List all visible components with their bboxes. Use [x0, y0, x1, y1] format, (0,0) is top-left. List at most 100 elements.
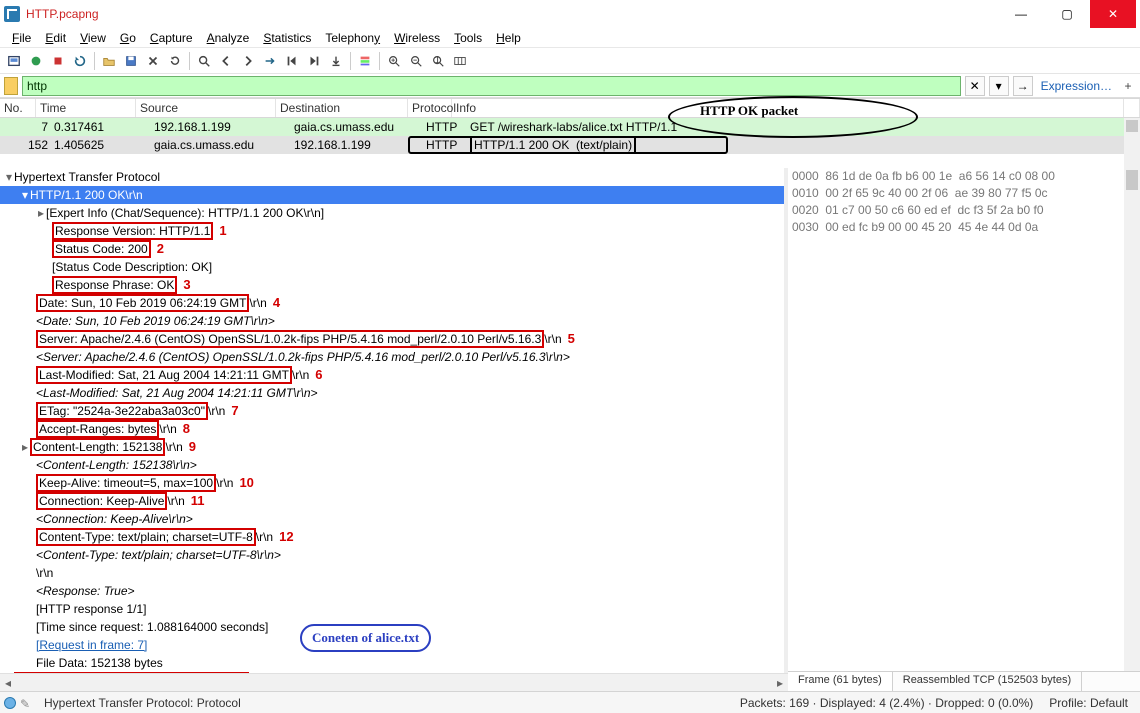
detail-root[interactable]: ▾Hypertext Transfer Protocol: [0, 168, 784, 186]
col-header-protocol[interactable]: Protocol: [408, 99, 452, 117]
menu-analyze[interactable]: Analyze: [201, 29, 256, 47]
col-header-no[interactable]: No.: [0, 99, 36, 117]
status-profile[interactable]: Profile: Default: [1041, 696, 1136, 710]
detail-file-data[interactable]: File Data: 152138 bytes: [0, 654, 784, 672]
col-header-destination[interactable]: Destination: [276, 99, 408, 117]
detail-keepalive[interactable]: Keep-Alive: timeout=5, max=100\r\n10: [0, 474, 784, 492]
cell-info: GET /wireshark-labs/alice.txt HTTP/1.1: [470, 120, 1140, 134]
tb-next-icon[interactable]: [238, 51, 258, 71]
maximize-button[interactable]: ▢: [1044, 0, 1090, 28]
detail-lastmod-sub[interactable]: <Last-Modified: Sat, 21 Aug 2004 14:21:1…: [0, 384, 784, 402]
menu-tools[interactable]: Tools: [448, 29, 488, 47]
detail-date-sub[interactable]: <Date: Sun, 10 Feb 2019 06:24:19 GMT\r\n…: [0, 312, 784, 330]
detail-status-desc[interactable]: [Status Code Description: OK]: [0, 258, 784, 276]
tb-colorize-icon[interactable]: [355, 51, 375, 71]
detail-resp-true[interactable]: <Response: True>: [0, 582, 784, 600]
hex-tab-reassembled[interactable]: Reassembled TCP (152503 bytes): [893, 672, 1082, 691]
detail-accept[interactable]: Accept-Ranges: bytes\r\n8: [0, 420, 784, 438]
menu-view[interactable]: View: [74, 29, 112, 47]
menu-go[interactable]: Go: [114, 29, 142, 47]
tb-close-icon[interactable]: [143, 51, 163, 71]
tb-find-icon[interactable]: [194, 51, 214, 71]
annotation-text: HTTP OK packet: [700, 103, 798, 119]
details-hscrollbar[interactable]: ◂ ▸: [0, 673, 788, 691]
title-bar: HTTP.pcapng — ▢ ✕: [0, 0, 1140, 28]
detail-server-sub[interactable]: <Server: Apache/2.4.6 (CentOS) OpenSSL/1…: [0, 348, 784, 366]
packet-list[interactable]: 7 0.317461 192.168.1.199 gaia.cs.umass.e…: [0, 118, 1140, 168]
detail-clen[interactable]: ▸Content-Length: 152138\r\n9: [0, 438, 784, 456]
wireshark-icon: [4, 6, 20, 22]
tb-zoom-out-icon[interactable]: [406, 51, 426, 71]
tool-bar: 1: [0, 48, 1140, 74]
menu-wireless[interactable]: Wireless: [388, 29, 446, 47]
filter-dropdown-button[interactable]: ▾: [989, 76, 1009, 96]
tb-open-icon[interactable]: [99, 51, 119, 71]
packet-details-pane[interactable]: ▾Hypertext Transfer Protocol ▾HTTP/1.1 2…: [0, 168, 788, 692]
filter-clear-button[interactable]: ✕: [965, 76, 985, 96]
capture-file-icon[interactable]: ✎: [20, 697, 32, 709]
annotation-callout: Coneten of alice.txt: [300, 624, 431, 652]
menu-edit[interactable]: Edit: [39, 29, 72, 47]
close-button[interactable]: ✕: [1090, 0, 1136, 28]
tb-save-icon[interactable]: [121, 51, 141, 71]
detail-connection[interactable]: Connection: Keep-Alive\r\n11: [0, 492, 784, 510]
hsb-right-icon[interactable]: ▸: [772, 675, 788, 691]
expert-info-icon[interactable]: [4, 697, 16, 709]
detail-ctype[interactable]: Content-Type: text/plain; charset=UTF-8\…: [0, 528, 784, 546]
detail-http-resp[interactable]: [HTTP response 1/1]: [0, 600, 784, 618]
menu-capture[interactable]: Capture: [144, 29, 199, 47]
detail-statusline[interactable]: ▾HTTP/1.1 200 OK\r\n: [0, 186, 784, 204]
bookmark-icon[interactable]: [4, 77, 18, 95]
packetlist-scrollbar[interactable]: [1124, 118, 1140, 168]
display-filter-input[interactable]: [22, 76, 961, 96]
tb-zoom-reset-icon[interactable]: 1: [428, 51, 448, 71]
col-header-source[interactable]: Source: [136, 99, 276, 117]
filter-add-button[interactable]: +: [1120, 79, 1136, 93]
detail-lastmod[interactable]: Last-Modified: Sat, 21 Aug 2004 14:21:11…: [0, 366, 784, 384]
detail-date[interactable]: Date: Sun, 10 Feb 2019 06:24:19 GMT\r\n4: [0, 294, 784, 312]
detail-expert[interactable]: ▸[Expert Info (Chat/Sequence): HTTP/1.1 …: [0, 204, 784, 222]
menu-telephony[interactable]: Telephony: [319, 29, 386, 47]
hex-tab-frame[interactable]: Frame (61 bytes): [788, 672, 893, 691]
menu-file[interactable]: File: [6, 29, 37, 47]
tb-zoom-in-icon[interactable]: [384, 51, 404, 71]
detail-status-code[interactable]: Status Code: 2002: [0, 240, 784, 258]
detail-resp-phrase[interactable]: Response Phrase: OK3: [0, 276, 784, 294]
cell-destination: gaia.cs.umass.edu: [294, 120, 426, 134]
packet-row[interactable]: 7 0.317461 192.168.1.199 gaia.cs.umass.e…: [0, 118, 1140, 136]
expression-button[interactable]: Expression…: [1037, 79, 1116, 93]
tb-prev-icon[interactable]: [216, 51, 236, 71]
col-header-scroll: [1124, 99, 1140, 117]
cell-protocol: HTTP: [426, 138, 470, 152]
tb-interfaces-icon[interactable]: [4, 51, 24, 71]
hex-pane[interactable]: 0000 86 1d de 0a fb b6 00 1e a6 56 14 c0…: [788, 168, 1140, 692]
tb-start-capture-icon[interactable]: [26, 51, 46, 71]
tb-autoscroll-icon[interactable]: [326, 51, 346, 71]
tb-goto-icon[interactable]: [260, 51, 280, 71]
tb-last-icon[interactable]: [304, 51, 324, 71]
tb-first-icon[interactable]: [282, 51, 302, 71]
detail-blank[interactable]: \r\n: [0, 564, 784, 582]
detail-clen-sub[interactable]: <Content-Length: 152138\r\n>: [0, 456, 784, 474]
tb-stop-capture-icon[interactable]: [48, 51, 68, 71]
tb-restart-capture-icon[interactable]: [70, 51, 90, 71]
menu-help[interactable]: Help: [490, 29, 527, 47]
menu-statistics[interactable]: Statistics: [257, 29, 317, 47]
minimize-button[interactable]: —: [998, 0, 1044, 28]
tb-resize-cols-icon[interactable]: [450, 51, 470, 71]
packet-row[interactable]: 152 1.405625 gaia.cs.umass.edu 192.168.1…: [0, 136, 1140, 154]
detail-etag[interactable]: ETag: "2524a-3e22aba3a03c0"\r\n7: [0, 402, 784, 420]
detail-server[interactable]: Server: Apache/2.4.6 (CentOS) OpenSSL/1.…: [0, 330, 784, 348]
filter-apply-button[interactable]: →: [1013, 76, 1033, 96]
hex-scrollbar[interactable]: [1124, 168, 1140, 692]
status-bar: ✎ Hypertext Transfer Protocol: Protocol …: [0, 691, 1140, 713]
filter-bar: ✕ ▾ → Expression… +: [0, 74, 1140, 98]
cell-time: 1.405625: [54, 138, 154, 152]
detail-resp-version[interactable]: Response Version: HTTP/1.11: [0, 222, 784, 240]
hsb-left-icon[interactable]: ◂: [0, 675, 16, 691]
detail-connection-sub[interactable]: <Connection: Keep-Alive\r\n>: [0, 510, 784, 528]
detail-ctype-sub[interactable]: <Content-Type: text/plain; charset=UTF-8…: [0, 546, 784, 564]
tb-reload-icon[interactable]: [165, 51, 185, 71]
col-header-time[interactable]: Time: [36, 99, 136, 117]
status-left: Hypertext Transfer Protocol: Protocol: [36, 696, 249, 710]
